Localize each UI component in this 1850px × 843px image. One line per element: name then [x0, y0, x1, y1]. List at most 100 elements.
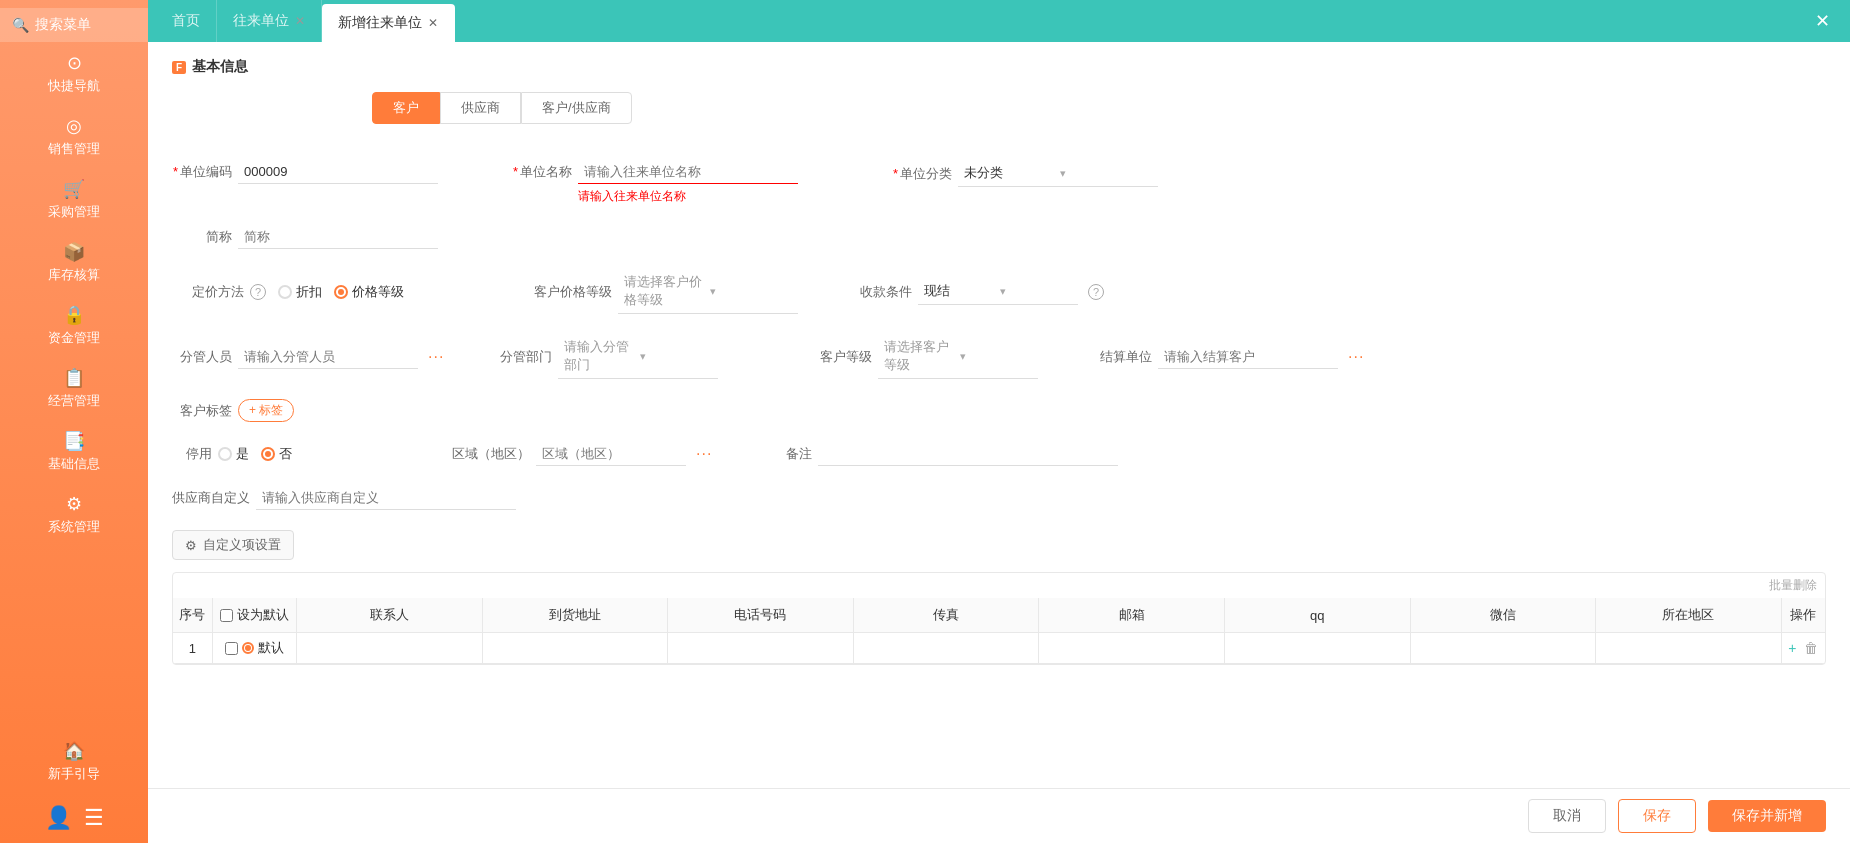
sidebar-item-label: 经营管理: [48, 392, 100, 410]
sidebar-item-sales[interactable]: ◎ 销售管理: [0, 105, 148, 168]
custom-settings-button[interactable]: ⚙ 自定义项设置: [172, 530, 294, 560]
radio-yes-circle: [218, 447, 232, 461]
add-tag-button[interactable]: + 标签: [238, 399, 294, 422]
phone-input[interactable]: [674, 641, 847, 656]
menu-icon[interactable]: ☰: [84, 805, 104, 831]
customer-tag-label: 客户标签: [172, 402, 232, 420]
chevron-down-icon: ▾: [960, 350, 1032, 363]
sidebar-item-finance[interactable]: 🔒 资金管理: [0, 294, 148, 357]
save-and-new-button[interactable]: 保存并新增: [1708, 800, 1826, 832]
unit-name-input[interactable]: [578, 160, 798, 184]
sidebar-item-label: 新手引导: [48, 765, 100, 783]
cell-email[interactable]: [1039, 633, 1225, 664]
radio-no[interactable]: 否: [261, 445, 292, 463]
cancel-button[interactable]: 取消: [1528, 799, 1606, 833]
unit-type-buttons: 客户 供应商 客户/供应商: [372, 92, 632, 124]
close-partners-tab[interactable]: ✕: [295, 14, 305, 28]
section-title-text: 基本信息: [192, 58, 248, 76]
save-button[interactable]: 保存: [1618, 799, 1696, 833]
close-new-partner-tab[interactable]: ✕: [428, 16, 438, 30]
radio-price-level[interactable]: 价格等级: [334, 283, 404, 301]
sidebar-item-basic-info[interactable]: 📑 基础信息: [0, 420, 148, 483]
sales-icon: ◎: [66, 115, 82, 137]
address-input[interactable]: [489, 641, 662, 656]
dept-label: 分管部门: [492, 348, 552, 366]
sidebar-item-quick-nav[interactable]: ⊙ 快捷导航: [0, 42, 148, 105]
col-address: 到货地址: [482, 598, 668, 633]
cell-address[interactable]: [482, 633, 668, 664]
radio-discount-circle: [278, 285, 292, 299]
pricing-help-icon[interactable]: ?: [250, 284, 266, 300]
default-radio[interactable]: [242, 642, 254, 654]
type-btn-supplier[interactable]: 供应商: [440, 92, 521, 124]
col-default: 设为默认: [212, 598, 296, 633]
radio-discount[interactable]: 折扣: [278, 283, 322, 301]
manager-more-btn[interactable]: ···: [424, 348, 448, 366]
fax-input[interactable]: [860, 641, 1033, 656]
chevron-down-icon: ▾: [710, 285, 792, 298]
cell-wechat[interactable]: [1410, 633, 1596, 664]
sidebar: 🔍 搜索菜单 ⊙ 快捷导航 ◎ 销售管理 🛒 采购管理 📦 库存核算 🔒 资金管…: [0, 0, 148, 843]
sidebar-search-label: 搜索菜单: [35, 16, 91, 34]
customer-price-select[interactable]: 请选择客户价格等级 ▾: [618, 269, 798, 314]
payment-terms-label: 收款条件: [852, 283, 912, 301]
select-all-checkbox[interactable]: [220, 609, 233, 622]
dept-select[interactable]: 请输入分管部门 ▾: [558, 334, 718, 379]
form-footer: 取消 保存 保存并新增: [148, 788, 1850, 843]
settlement-label: 结算单位: [1092, 348, 1152, 366]
settlement-input[interactable]: [1158, 345, 1338, 369]
chevron-down-icon: ▾: [640, 350, 712, 363]
qq-input[interactable]: [1231, 641, 1404, 656]
add-row-btn[interactable]: +: [1788, 640, 1796, 656]
contact-input[interactable]: [303, 641, 476, 656]
region-input[interactable]: [536, 442, 686, 466]
tab-new-partner[interactable]: 新增往来单位 ✕: [322, 4, 455, 42]
unit-code-input[interactable]: [238, 160, 438, 184]
type-btn-both[interactable]: 客户/供应商: [521, 92, 632, 124]
radio-yes[interactable]: 是: [218, 445, 249, 463]
tab-partners[interactable]: 往来单位 ✕: [217, 0, 322, 42]
note-input[interactable]: [818, 442, 1118, 466]
cell-qq[interactable]: [1224, 633, 1410, 664]
cell-phone[interactable]: [668, 633, 854, 664]
type-btn-customer[interactable]: 客户: [372, 92, 440, 124]
region-more-btn[interactable]: ···: [692, 445, 716, 463]
row-region-input[interactable]: [1602, 641, 1775, 656]
tab-home[interactable]: 首页: [156, 0, 217, 42]
user-icon[interactable]: 👤: [45, 805, 72, 831]
short-name-label: 简称: [172, 228, 232, 246]
sidebar-item-label: 系统管理: [48, 518, 100, 536]
payment-help-icon[interactable]: ?: [1088, 284, 1104, 300]
sidebar-item-label: 销售管理: [48, 140, 100, 158]
sidebar-item-label: 快捷导航: [48, 77, 100, 95]
sidebar-item-system[interactable]: ⚙ 系统管理: [0, 483, 148, 546]
settlement-more-btn[interactable]: ···: [1344, 348, 1368, 366]
batch-delete-btn[interactable]: 批量删除: [1769, 577, 1817, 594]
form-area: F 基本信息 客户 供应商 客户/供应商 *单位编码: [148, 42, 1850, 788]
section-icon: F: [172, 61, 186, 74]
supplier-custom-input[interactable]: [256, 486, 516, 510]
customer-level-label: 客户等级: [812, 348, 872, 366]
cell-fax[interactable]: [853, 633, 1039, 664]
system-icon: ⚙: [66, 493, 82, 515]
quick-nav-icon: ⊙: [67, 52, 82, 74]
row-checkbox[interactable]: [225, 642, 238, 655]
sidebar-item-purchase[interactable]: 🛒 采购管理: [0, 168, 148, 231]
sidebar-item-label: 基础信息: [48, 455, 100, 473]
sidebar-item-newbie[interactable]: 🏠 新手引导: [0, 730, 148, 793]
payment-terms-select[interactable]: 现结 ▾: [918, 278, 1078, 305]
delete-row-btn[interactable]: 🗑: [1804, 640, 1818, 656]
sidebar-item-inventory[interactable]: 📦 库存核算: [0, 231, 148, 294]
cell-contact[interactable]: [297, 633, 483, 664]
sidebar-search[interactable]: 🔍 搜索菜单: [0, 8, 148, 42]
cell-region[interactable]: [1596, 633, 1782, 664]
short-name-input[interactable]: [238, 225, 438, 249]
sidebar-item-operations[interactable]: 📋 经营管理: [0, 357, 148, 420]
newbie-icon: 🏠: [63, 740, 85, 762]
customer-level-select[interactable]: 请选择客户等级 ▾: [878, 334, 1038, 379]
unit-category-select[interactable]: 未分类 ▾: [958, 160, 1158, 187]
wechat-input[interactable]: [1417, 641, 1590, 656]
close-all-tabs[interactable]: ✕: [1803, 10, 1842, 32]
manager-input[interactable]: [238, 345, 418, 369]
email-input[interactable]: [1045, 641, 1218, 656]
